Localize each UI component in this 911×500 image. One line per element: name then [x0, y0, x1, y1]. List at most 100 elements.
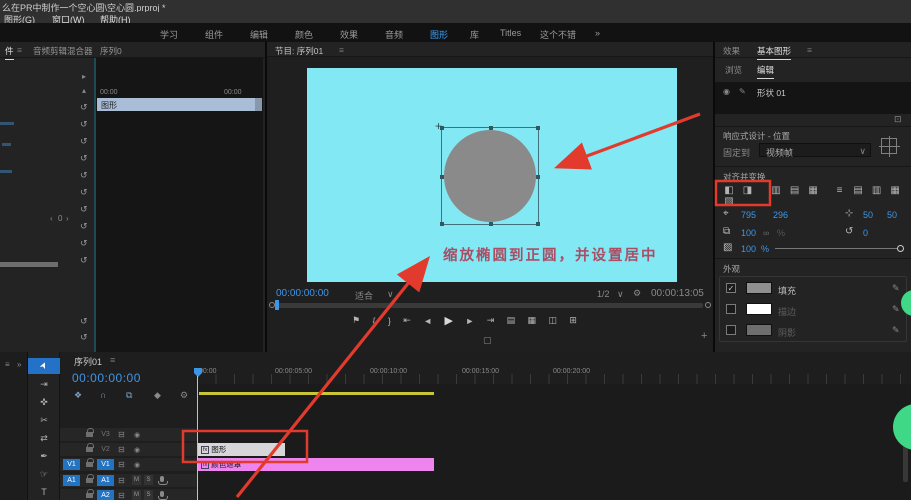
rotation-value[interactable]: 0: [863, 228, 868, 238]
slip-tool[interactable]: ⇄: [28, 431, 60, 447]
anchor-icon[interactable]: ⊹: [845, 208, 853, 219]
rotation-icon[interactable]: ↺: [845, 226, 853, 237]
comparison-view-button[interactable]: ⊞: [569, 315, 577, 326]
track-eye-icon[interactable]: ◉: [134, 446, 140, 454]
tab-audio-clip-mixer[interactable]: 音频剪辑混合器: [33, 45, 93, 57]
tab-custom[interactable]: 这个不错: [540, 28, 576, 41]
timeline-playhead-line[interactable]: [197, 376, 198, 500]
subtab-edit[interactable]: 编辑: [757, 64, 775, 79]
ec-counter-value[interactable]: 0: [58, 214, 62, 223]
lock-icon[interactable]: [86, 489, 94, 498]
selection-handle[interactable]: [536, 175, 540, 179]
subtab-browse[interactable]: 浏览: [725, 64, 742, 76]
solo-button[interactable]: S: [144, 475, 153, 485]
scale-icon[interactable]: ⧉: [723, 226, 730, 237]
tab-essential-graphics[interactable]: 基本图形: [757, 45, 792, 60]
track-label-a2[interactable]: A2: [97, 490, 114, 500]
fill-color-swatch[interactable]: [746, 282, 772, 294]
selection-handle[interactable]: [489, 222, 493, 226]
scrub-end-knob[interactable]: [705, 302, 711, 308]
align-top-button[interactable]: ▦: [805, 185, 821, 196]
panel-menu-icon[interactable]: ≡: [17, 45, 22, 55]
snap-icon[interactable]: ∩: [100, 390, 106, 400]
nest-source-icon[interactable]: ❖: [74, 390, 82, 401]
export-frame-button[interactable]: ◫: [548, 315, 557, 326]
ec-next-keyframe-icon[interactable]: ›: [66, 214, 69, 223]
add-marker-button[interactable]: ⚑: [352, 315, 360, 326]
tab-sequence[interactable]: 序列0: [100, 45, 122, 57]
layer-edit-pencil-icon[interactable]: ✎: [739, 87, 746, 96]
tab-effects-panel[interactable]: 效果: [723, 45, 740, 57]
lift-button[interactable]: ▤: [507, 315, 516, 326]
distribute-h-button[interactable]: ▥: [869, 185, 885, 196]
track-eye-icon[interactable]: ◉: [134, 431, 140, 439]
anchor-x-value[interactable]: 50: [863, 210, 873, 220]
reset-icon[interactable]: ↺: [80, 238, 88, 249]
reset-icon[interactable]: ↺: [80, 316, 88, 327]
align-right-button[interactable]: ◨: [740, 185, 756, 196]
stroke-color-swatch[interactable]: [746, 303, 772, 315]
mark-in-button[interactable]: {: [372, 316, 375, 326]
reset-icon[interactable]: ↺: [80, 119, 88, 130]
fill-eyedropper-icon[interactable]: ✎: [892, 283, 900, 294]
sync-lock-icon[interactable]: ⊟: [118, 460, 125, 469]
reset-icon[interactable]: ↺: [80, 170, 88, 181]
opacity-slider-knob[interactable]: [897, 245, 904, 252]
effect-controls-splitter[interactable]: [94, 58, 96, 352]
shadow-color-swatch[interactable]: [746, 324, 772, 336]
clip-graphic[interactable]: fx 图形: [198, 443, 285, 456]
lock-icon[interactable]: [86, 443, 94, 452]
program-settings-icon[interactable]: ⚙: [633, 288, 641, 299]
mute-button[interactable]: M: [132, 475, 141, 485]
pen-tool[interactable]: ✒: [28, 449, 60, 465]
tab-learning[interactable]: 学习: [160, 28, 178, 41]
pin-to-dropdown[interactable]: 视频帧 ∨: [759, 143, 871, 158]
work-area-bar[interactable]: [199, 392, 434, 395]
tab-editing[interactable]: 编辑: [250, 28, 268, 41]
ellipse-shape[interactable]: [444, 130, 536, 222]
distribute-button[interactable]: ≡: [832, 185, 848, 196]
reset-icon[interactable]: ↺: [80, 221, 88, 232]
program-playhead[interactable]: [275, 300, 279, 310]
tab-effects[interactable]: 效果: [340, 28, 358, 41]
selection-tool[interactable]: ➤: [28, 358, 60, 374]
lock-icon[interactable]: [86, 458, 94, 467]
scale-value[interactable]: 100: [741, 228, 756, 238]
anchor-point-icon[interactable]: +: [435, 119, 442, 133]
ec-clip-bar-end[interactable]: [255, 98, 262, 111]
track-header-a2[interactable]: A2 ⊟ M S: [60, 489, 197, 500]
sync-lock-icon[interactable]: ⊟: [118, 430, 125, 439]
ec-horizontal-scrollbar[interactable]: [0, 262, 58, 267]
sync-lock-icon[interactable]: ⊟: [118, 476, 125, 485]
track-label-v1[interactable]: V1: [97, 459, 114, 470]
shadow-eyedropper-icon[interactable]: ✎: [892, 325, 900, 336]
new-layer-button[interactable]: ⊡: [894, 114, 902, 125]
selection-handle[interactable]: [536, 126, 540, 130]
fill-checkbox[interactable]: ✓: [726, 283, 736, 293]
track-header-v2[interactable]: V2 ⊟ ◉: [60, 443, 197, 456]
tab-color[interactable]: 颜色: [295, 28, 313, 41]
lock-icon[interactable]: [86, 428, 94, 437]
stroke-checkbox[interactable]: [726, 304, 736, 314]
reset-icon[interactable]: ↺: [80, 136, 88, 147]
step-forward-button[interactable]: ►: [465, 316, 474, 326]
ec-expander-up-icon[interactable]: ▴: [82, 86, 86, 95]
source-track-v1[interactable]: V1: [63, 459, 80, 470]
opacity-value[interactable]: 100: [741, 244, 756, 254]
timeline-add-marker-icon[interactable]: ◆: [154, 390, 161, 401]
selection-handle[interactable]: [536, 222, 540, 226]
zoom-caret-icon[interactable]: ∨: [387, 289, 394, 300]
track-header-a1[interactable]: A1 A1 ⊟ M S: [60, 474, 197, 487]
sync-lock-icon[interactable]: ⊟: [118, 491, 125, 500]
razor-tool[interactable]: ✂: [28, 413, 60, 429]
timeline-ruler[interactable]: [197, 374, 911, 384]
tab-titles[interactable]: Titles: [500, 28, 521, 38]
stroke-eyedropper-icon[interactable]: ✎: [892, 304, 900, 315]
reset-icon[interactable]: ↺: [80, 204, 88, 215]
solo-button[interactable]: S: [144, 490, 153, 500]
tab-program[interactable]: 节目: 序列01: [275, 45, 323, 57]
program-scrub-bar[interactable]: [277, 303, 703, 308]
selection-handle[interactable]: [440, 222, 444, 226]
go-to-out-button[interactable]: ⇥: [487, 315, 495, 326]
zoom-level-select[interactable]: 适合: [355, 289, 373, 302]
